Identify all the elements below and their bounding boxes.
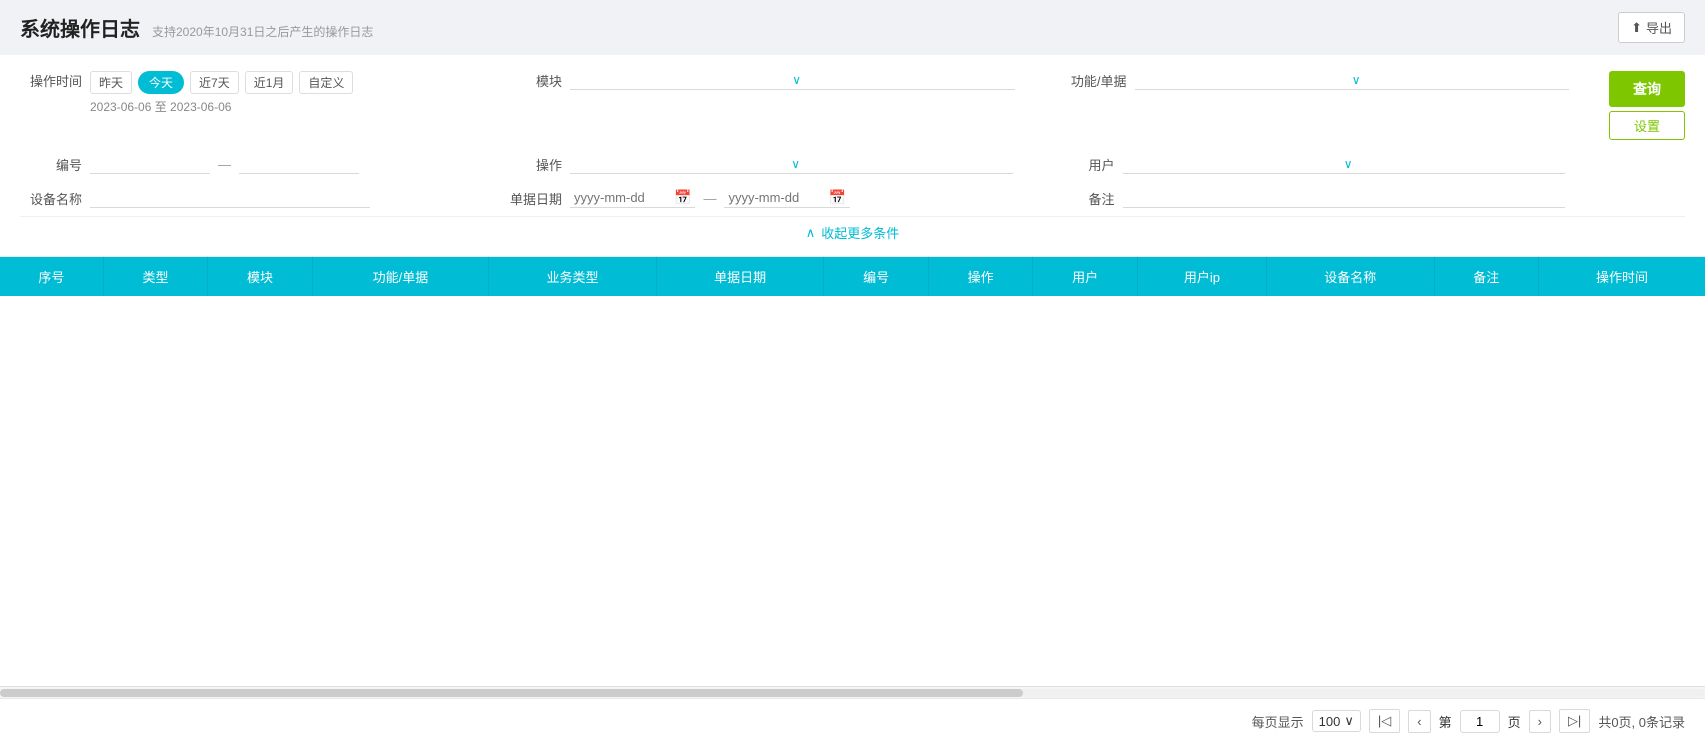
page-suffix: 页 bbox=[1508, 712, 1521, 731]
next-page-button[interactable]: › bbox=[1529, 710, 1551, 733]
date-label: 单据日期 bbox=[500, 189, 570, 208]
module-select[interactable]: ∨ bbox=[570, 71, 1015, 90]
export-icon: ⬆ bbox=[1631, 20, 1642, 36]
query-button[interactable]: 查询 bbox=[1609, 71, 1685, 107]
user-chevron-icon: ∨ bbox=[1344, 157, 1561, 171]
date-from-wrapper: 📅 bbox=[570, 188, 695, 208]
device-label: 设备名称 bbox=[20, 189, 90, 208]
page-label: 第 bbox=[1439, 712, 1452, 731]
col-doc-date: 单据日期 bbox=[656, 257, 824, 296]
func-chevron-icon: ∨ bbox=[1352, 73, 1565, 87]
module-chevron-icon: ∨ bbox=[792, 73, 1010, 87]
calendar-from-icon[interactable]: 📅 bbox=[670, 189, 695, 206]
date-dash: — bbox=[703, 191, 716, 206]
collapse-label: 收起更多条件 bbox=[821, 223, 899, 242]
table-header-row: 序号 类型 模块 功能/单据 业务类型 单据日期 编号 操作 用户 用户ip 设… bbox=[0, 257, 1705, 296]
remark-label: 备注 bbox=[1053, 189, 1123, 208]
func-select[interactable]: ∨ bbox=[1135, 71, 1570, 90]
func-label: 功能/单据 bbox=[1055, 71, 1135, 90]
op-select[interactable]: ∨ bbox=[570, 155, 1013, 174]
user-select[interactable]: ∨ bbox=[1123, 155, 1566, 174]
time-label: 操作时间 bbox=[20, 71, 90, 90]
col-code: 编号 bbox=[824, 257, 928, 296]
page-title: 系统操作日志 bbox=[20, 13, 140, 42]
first-page-button[interactable]: |◁ bbox=[1369, 709, 1400, 733]
device-input[interactable] bbox=[90, 188, 370, 208]
remark-input[interactable] bbox=[1123, 188, 1566, 208]
col-func: 功能/单据 bbox=[312, 257, 488, 296]
col-user: 用户 bbox=[1033, 257, 1137, 296]
time-btn-today[interactable]: 今天 bbox=[138, 71, 184, 94]
per-page-select[interactable]: 100 ∨ bbox=[1312, 710, 1361, 732]
op-chevron-icon: ∨ bbox=[791, 157, 1008, 171]
export-label: 导出 bbox=[1646, 18, 1672, 37]
per-page-chevron-icon: ∨ bbox=[1344, 713, 1354, 729]
time-range-display: 2023-06-06 至 2023-06-06 bbox=[90, 98, 353, 115]
page-input[interactable] bbox=[1460, 710, 1500, 733]
pagination: 每页显示 100 ∨ |◁ ‹ 第 页 › ▷| 共0页, 0条记录 bbox=[0, 698, 1705, 743]
col-device: 设备名称 bbox=[1266, 257, 1434, 296]
horizontal-scrollbar[interactable] bbox=[0, 686, 1705, 698]
module-label: 模块 bbox=[500, 71, 570, 90]
export-button[interactable]: ⬆ 导出 bbox=[1618, 12, 1685, 43]
op-label: 操作 bbox=[500, 155, 570, 174]
page-subtitle: 支持2020年10月31日之后产生的操作日志 bbox=[152, 23, 373, 40]
col-user-ip: 用户ip bbox=[1137, 257, 1266, 296]
code-to-input[interactable] bbox=[239, 154, 359, 174]
code-from-input[interactable] bbox=[90, 154, 210, 174]
data-table: 序号 类型 模块 功能/单据 业务类型 单据日期 编号 操作 用户 用户ip 设… bbox=[0, 257, 1705, 296]
time-btn-7days[interactable]: 近7天 bbox=[190, 71, 239, 94]
scrollbar-thumb bbox=[0, 689, 1023, 697]
col-type: 类型 bbox=[103, 257, 207, 296]
last-page-button[interactable]: ▷| bbox=[1559, 709, 1590, 733]
total-info: 共0页, 0条记录 bbox=[1598, 712, 1685, 731]
user-label: 用户 bbox=[1053, 155, 1123, 174]
scrollbar-track bbox=[0, 689, 1705, 697]
per-page-value: 100 bbox=[1319, 714, 1341, 729]
col-module: 模块 bbox=[208, 257, 312, 296]
date-to-wrapper: 📅 bbox=[724, 188, 849, 208]
settings-button[interactable]: 设置 bbox=[1609, 111, 1685, 140]
collapse-chevron-icon: ∧ bbox=[806, 225, 816, 241]
code-label: 编号 bbox=[20, 155, 90, 174]
calendar-to-icon[interactable]: 📅 bbox=[824, 189, 849, 206]
date-to-input[interactable] bbox=[724, 188, 824, 207]
per-page-label: 每页显示 bbox=[1252, 712, 1304, 731]
date-from-input[interactable] bbox=[570, 188, 670, 207]
col-op-time: 操作时间 bbox=[1539, 257, 1705, 296]
col-op: 操作 bbox=[928, 257, 1032, 296]
col-seq: 序号 bbox=[0, 257, 103, 296]
table-wrapper: 序号 类型 模块 功能/单据 业务类型 单据日期 编号 操作 用户 用户ip 设… bbox=[0, 257, 1705, 686]
time-btn-custom[interactable]: 自定义 bbox=[299, 71, 353, 94]
collapse-button[interactable]: ∧ 收起更多条件 bbox=[20, 216, 1685, 248]
col-remark: 备注 bbox=[1434, 257, 1538, 296]
code-dash: — bbox=[218, 157, 231, 172]
prev-page-button[interactable]: ‹ bbox=[1408, 710, 1430, 733]
col-biz-type: 业务类型 bbox=[489, 257, 657, 296]
time-btn-1month[interactable]: 近1月 bbox=[245, 71, 294, 94]
time-btn-yesterday[interactable]: 昨天 bbox=[90, 71, 132, 94]
filter-area: 操作时间 昨天 今天 近7天 近1月 自定义 2023-06-06 至 2023… bbox=[0, 55, 1705, 257]
